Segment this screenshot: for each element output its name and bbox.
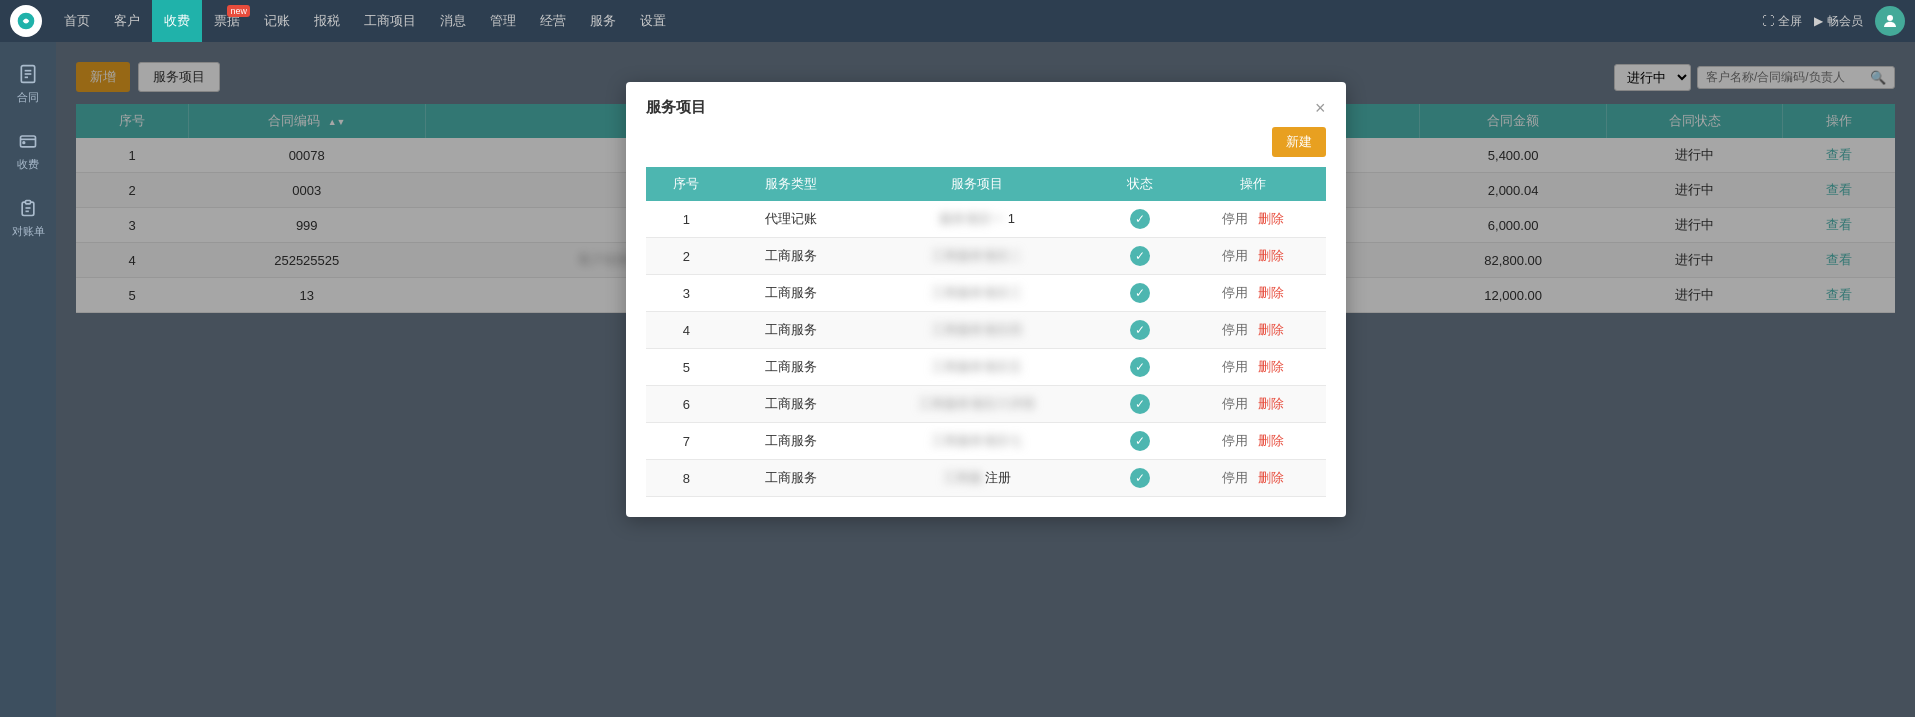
contract-icon [16,62,40,86]
sidebar-contract-label: 合同 [17,90,39,105]
main-layout: 合同 收费 对账单 [0,42,1915,717]
modal-table-row: 7 工商服务 工商服务项目七 ✓ 停用 删除 [646,423,1326,460]
modal-new-button[interactable]: 新建 [1272,127,1326,157]
svg-point-7 [23,142,25,144]
delete-button[interactable]: 删除 [1258,396,1284,411]
modal-table-row: 5 工商服务 工商服务项目五 ✓ 停用 删除 [646,349,1326,386]
nav-operation[interactable]: 经营 [528,0,578,42]
status-active-icon: ✓ [1130,357,1150,377]
fullscreen-icon: ⛶ [1762,14,1774,28]
sidebar-statement-label: 对账单 [12,224,45,239]
modal-table-row: 4 工商服务 工商服务项目四 ✓ 停用 删除 [646,312,1326,349]
stop-button[interactable]: 停用 [1222,285,1248,300]
modal-body: 序号 服务类型 服务项目 状态 操作 1 代理记账 服务项目一 [626,167,1346,517]
stop-button[interactable]: 停用 [1222,211,1248,226]
fullscreen-label: 全屏 [1778,13,1802,30]
nav-settings[interactable]: 设置 [628,0,678,42]
delete-button[interactable]: 删除 [1258,248,1284,263]
stop-button[interactable]: 停用 [1222,359,1248,374]
delete-button[interactable]: 删除 [1258,211,1284,226]
status-active-icon: ✓ [1130,246,1150,266]
modal-table-row: 1 代理记账 服务项目一 1 ✓ 停用 删除 [646,201,1326,238]
status-active-icon: ✓ [1130,209,1150,229]
modal-table-row: 8 工商服务 工商服 注册 ✓ 停用 删除 [646,460,1326,497]
video-icon: ▶ [1814,14,1823,28]
top-navigation: 首页 客户 收费 票据 new 记账 报税 工商项目 消息 管理 经营 服务 设… [0,0,1915,42]
statement-icon [16,196,40,220]
svg-point-1 [1887,15,1893,21]
app-logo [10,5,42,37]
sidebar-item-fee[interactable]: 收费 [0,119,56,182]
modal-col-type: 服务类型 [727,167,855,201]
fee-icon [16,129,40,153]
sidebar-fee-label: 收费 [17,157,39,172]
member-button[interactable]: ▶ 畅会员 [1814,13,1863,30]
nav-fee[interactable]: 收费 [152,0,202,42]
nav-service[interactable]: 服务 [578,0,628,42]
modal-table-row: 3 工商服务 工商服务项目三 ✓ 停用 删除 [646,275,1326,312]
modal-overlay: 服务项目 × 新建 序号 服务类型 服务项目 状态 [56,42,1915,717]
stop-button[interactable]: 停用 [1222,433,1248,448]
status-active-icon: ✓ [1130,431,1150,451]
status-active-icon: ✓ [1130,283,1150,303]
fullscreen-button[interactable]: ⛶ 全屏 [1762,13,1802,30]
nav-tax[interactable]: 报税 [302,0,352,42]
sidebar-item-statement[interactable]: 对账单 [0,186,56,249]
delete-button[interactable]: 删除 [1258,433,1284,448]
sidebar: 合同 收费 对账单 [0,42,56,717]
modal-col-status: 状态 [1099,167,1181,201]
stop-button[interactable]: 停用 [1222,470,1248,485]
modal-title: 服务项目 [646,98,706,117]
modal-toolbar: 新建 [626,117,1346,167]
modal-table-row: 6 工商服务 工商服务项目六详情 ✓ 停用 删除 [646,386,1326,423]
modal-header: 服务项目 × [626,82,1346,117]
new-badge: new [227,5,250,17]
delete-button[interactable]: 删除 [1258,285,1284,300]
modal-table-row: 2 工商服务 工商服务项目二 ✓ 停用 删除 [646,238,1326,275]
content-area: 新增 服务项目 进行中 🔍 序号 合同编码 ▲▼ [56,42,1915,717]
nav-manage[interactable]: 管理 [478,0,528,42]
service-items-table: 序号 服务类型 服务项目 状态 操作 1 代理记账 服务项目一 [646,167,1326,497]
avatar[interactable] [1875,6,1905,36]
nav-right: ⛶ 全屏 ▶ 畅会员 [1762,6,1905,36]
status-active-icon: ✓ [1130,468,1150,488]
nav-items: 首页 客户 收费 票据 new 记账 报税 工商项目 消息 管理 经营 服务 设… [52,0,1762,42]
nav-message[interactable]: 消息 [428,0,478,42]
modal-col-action: 操作 [1180,167,1325,201]
modal-col-seq: 序号 [646,167,728,201]
stop-button[interactable]: 停用 [1222,248,1248,263]
nav-bookkeeping[interactable]: 记账 [252,0,302,42]
nav-home[interactable]: 首页 [52,0,102,42]
sidebar-item-contract[interactable]: 合同 [0,52,56,115]
modal-col-item: 服务项目 [855,167,1098,201]
stop-button[interactable]: 停用 [1222,322,1248,337]
service-items-modal: 服务项目 × 新建 序号 服务类型 服务项目 状态 [626,82,1346,517]
nav-industrial[interactable]: 工商项目 [352,0,428,42]
stop-button[interactable]: 停用 [1222,396,1248,411]
delete-button[interactable]: 删除 [1258,359,1284,374]
nav-invoice[interactable]: 票据 new [202,0,252,42]
modal-close-button[interactable]: × [1315,99,1326,117]
status-active-icon: ✓ [1130,394,1150,414]
member-label: 畅会员 [1827,13,1863,30]
delete-button[interactable]: 删除 [1258,322,1284,337]
delete-button[interactable]: 删除 [1258,470,1284,485]
svg-rect-8 [26,201,31,204]
nav-customer[interactable]: 客户 [102,0,152,42]
status-active-icon: ✓ [1130,320,1150,340]
